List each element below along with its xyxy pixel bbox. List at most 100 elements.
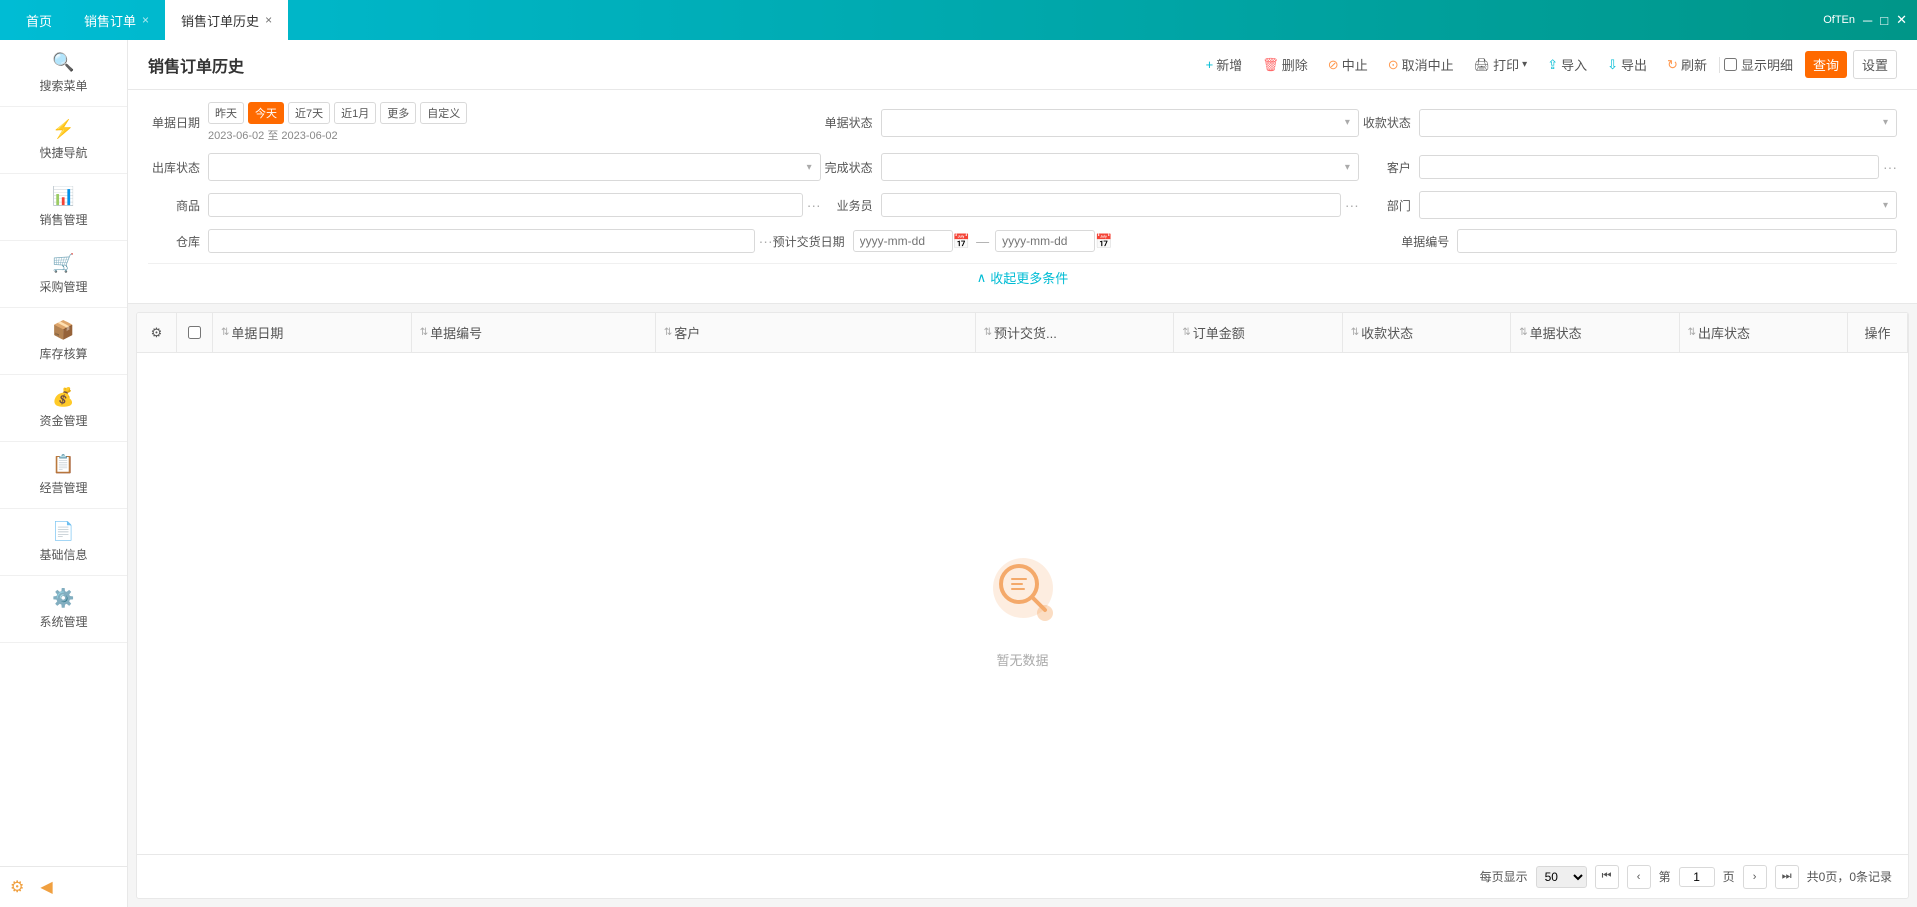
date-btn-7days[interactable]: 近7天	[288, 102, 330, 124]
tab-sales-order-close[interactable]: ×	[142, 13, 149, 27]
filter-delivery-end[interactable]	[995, 230, 1095, 252]
sidebar-item-system[interactable]: ⚙️ 系统管理	[0, 576, 127, 643]
sidebar-item-operations[interactable]: 📋 经营管理	[0, 442, 127, 509]
display-detail-checkbox[interactable]	[1724, 58, 1737, 71]
add-button[interactable]: + 新增	[1198, 51, 1251, 78]
th-customer-label: 客户	[674, 323, 700, 342]
collapse-icon: ∧	[977, 270, 987, 286]
total-records-label: 共0页，0条记录	[1807, 868, 1892, 885]
date-range-text: 2023-06-02 至 2023-06-02	[208, 127, 821, 143]
filter-delivery-start[interactable]	[853, 230, 953, 252]
basic-info-icon: 📄	[52, 521, 74, 542]
warehouse-dots-icon[interactable]: ···	[759, 233, 773, 249]
delivery-end-calendar-icon[interactable]: 📅	[1095, 233, 1112, 250]
th-checkbox[interactable]	[177, 313, 213, 352]
th-sort-icon-delivery[interactable]: ⇅	[984, 327, 992, 338]
per-page-select[interactable]: 50 10 20 100	[1536, 866, 1587, 888]
date-btn-yesterday[interactable]: 昨天	[208, 102, 244, 124]
system-icon: ⚙️	[52, 588, 74, 609]
th-settings[interactable]: ⚙	[137, 313, 177, 352]
sidebar-item-basic-info[interactable]: 📄 基础信息	[0, 509, 127, 576]
page-number-input[interactable]	[1679, 867, 1715, 887]
th-sort-icon-amount[interactable]: ⇅	[1182, 327, 1190, 338]
delivery-start-calendar-icon[interactable]: 📅	[953, 233, 970, 250]
filter-docno-input[interactable]	[1457, 229, 1897, 253]
date-btn-today[interactable]: 今天	[248, 102, 284, 124]
th-sort-icon-doc[interactable]: ⇅	[1519, 327, 1527, 338]
filter-area: 单据日期 昨天 今天 近7天 近1月 更多 自定义 2023-06-02 至 2…	[128, 90, 1917, 304]
filter-goods-input[interactable]	[208, 193, 803, 217]
sidebar-item-finance[interactable]: 💰 资金管理	[0, 375, 127, 442]
th-out-status: ⇅ 出库状态	[1680, 313, 1848, 352]
sidebar-item-sales[interactable]: 📊 销售管理	[0, 174, 127, 241]
th-sort-icon-out[interactable]: ⇅	[1688, 327, 1696, 338]
settings-bottom-icon[interactable]: ⚙	[10, 877, 24, 897]
sidebar-item-search[interactable]: 🔍 搜索菜单	[0, 40, 127, 107]
import-label: 导入	[1561, 55, 1587, 74]
last-page-button[interactable]: ⏭	[1775, 865, 1799, 889]
filter-out-status-item: 出库状态 ▾	[148, 153, 821, 181]
filter-row-4: 仓库 ··· 预计交货日期 📅 — 📅 单据编号	[148, 229, 1897, 253]
print-button[interactable]: 🖨 打印 ▾	[1466, 51, 1536, 78]
collapse-more-btn[interactable]: ∧ 收起更多条件	[148, 263, 1897, 291]
delete-button[interactable]: 🗑 删除	[1254, 51, 1316, 78]
filter-warehouse-input[interactable]	[208, 229, 755, 253]
sidebar-label-inventory: 库存核算	[39, 345, 87, 362]
next-page-button[interactable]: ›	[1743, 865, 1767, 889]
query-button[interactable]: 查询	[1805, 51, 1847, 78]
salesperson-dots-icon[interactable]: ···	[1345, 197, 1359, 213]
filter-dept-select[interactable]: ▾	[1419, 191, 1897, 219]
toolbar: + 新增 🗑 删除 ⊘ 中止 ⊙ 取消中止 🖨 打印	[1198, 50, 1897, 79]
filter-salesperson-input[interactable]	[881, 193, 1341, 217]
tab-sales-order[interactable]: 销售订单 ×	[68, 0, 165, 40]
filter-salesperson-label: 业务员	[821, 197, 881, 214]
empty-illustration	[973, 538, 1073, 638]
collapse-sidebar-icon[interactable]: ◀	[40, 877, 52, 897]
stop-button[interactable]: ⊘ 中止	[1320, 51, 1376, 78]
date-btn-custom[interactable]: 自定义	[420, 102, 467, 124]
sidebar-label-operations: 经营管理	[39, 479, 87, 496]
filter-goods-label: 商品	[148, 197, 208, 214]
th-sort-icon-receipt[interactable]: ⇅	[1351, 327, 1359, 338]
tab-sales-order-history-close[interactable]: ×	[265, 13, 272, 27]
finance-icon: 💰	[52, 387, 74, 408]
date-btn-1month[interactable]: 近1月	[334, 102, 376, 124]
filter-salesperson-item: 业务员 ···	[821, 193, 1359, 217]
minimize-icon[interactable]: ─	[1863, 13, 1872, 28]
date-btn-more[interactable]: 更多	[380, 102, 416, 124]
first-page-button[interactable]: ⏮	[1595, 865, 1619, 889]
import-button[interactable]: ⇪ 导入	[1539, 51, 1595, 78]
export-button[interactable]: ⇩ 导出	[1599, 51, 1655, 78]
filter-customer-item: 客户 ···	[1359, 155, 1897, 179]
refresh-button[interactable]: ↻ 刷新	[1659, 51, 1715, 78]
maximize-icon[interactable]: □	[1880, 13, 1888, 28]
page-title: 销售订单历史	[148, 53, 244, 77]
filter-customer-input[interactable]	[1419, 155, 1879, 179]
sidebar-item-quick-nav[interactable]: ⚡ 快捷导航	[0, 107, 127, 174]
close-icon[interactable]: ✕	[1896, 12, 1907, 28]
filter-docno-item: 单据编号	[1397, 229, 1897, 253]
table-select-all[interactable]	[188, 326, 201, 339]
th-amount: ⇅ 订单金额	[1174, 313, 1342, 352]
filter-receipt-status-select[interactable]: ▾	[1419, 109, 1897, 137]
filter-complete-status-select[interactable]: ▾	[881, 153, 1359, 181]
goods-dots-icon[interactable]: ···	[807, 197, 821, 213]
sidebar-item-inventory[interactable]: 📦 库存核算	[0, 308, 127, 375]
table-settings-icon[interactable]: ⚙	[151, 325, 163, 341]
tab-sales-order-history[interactable]: 销售订单历史 ×	[165, 0, 288, 40]
th-sort-icon-date[interactable]: ⇅	[221, 327, 229, 338]
tab-home[interactable]: 首页	[10, 0, 68, 40]
empty-state: 暂无数据	[137, 353, 1908, 854]
purchase-icon: 🛒	[52, 253, 74, 274]
display-detail-toggle[interactable]: 显示明细	[1724, 55, 1793, 74]
th-sort-icon-customer[interactable]: ⇅	[664, 327, 672, 338]
filter-out-status-select[interactable]: ▾	[208, 153, 821, 181]
cancel-stop-button[interactable]: ⊙ 取消中止	[1380, 51, 1462, 78]
settings-button[interactable]: 设置	[1853, 50, 1897, 79]
customer-dots-icon[interactable]: ···	[1883, 159, 1897, 175]
sidebar-item-purchase[interactable]: 🛒 采购管理	[0, 241, 127, 308]
th-sort-icon-docno[interactable]: ⇅	[420, 327, 428, 338]
prev-page-button[interactable]: ‹	[1627, 865, 1651, 889]
filter-delivery-item: 预计交货日期 📅 — 📅	[773, 230, 1398, 252]
filter-doc-status-select[interactable]: ▾	[881, 109, 1359, 137]
